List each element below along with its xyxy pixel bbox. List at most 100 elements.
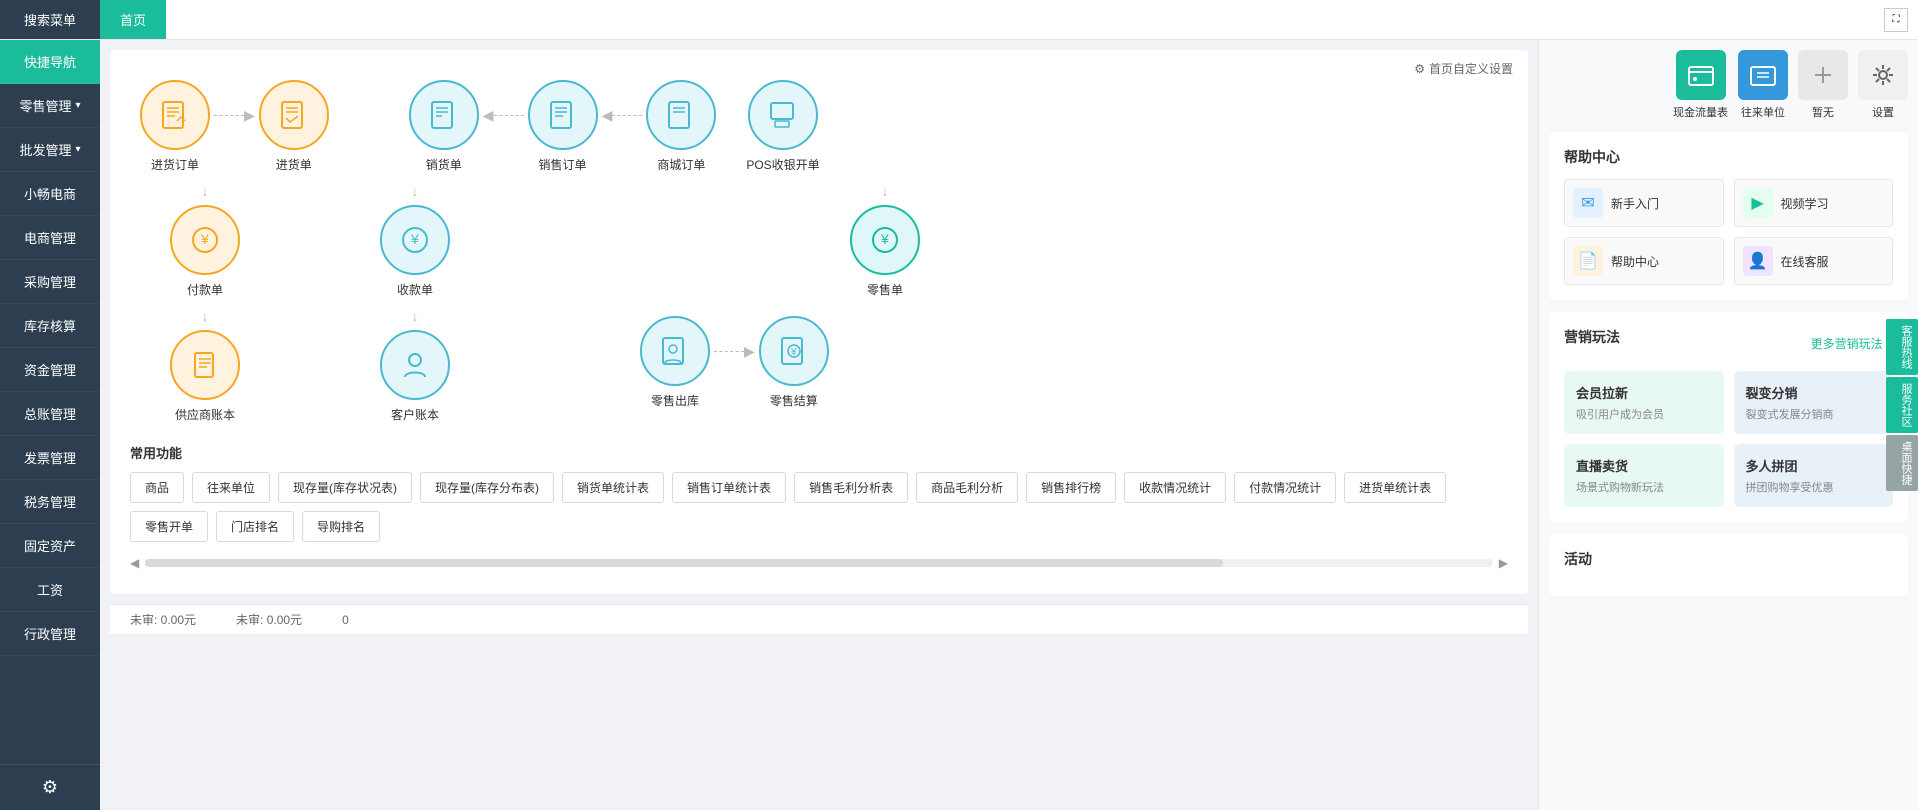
mall-order-icon	[646, 80, 716, 150]
float-btn-community[interactable]: 服务社区	[1886, 377, 1918, 433]
marketing-header: 营销玩法 更多营销玩法 >	[1564, 327, 1893, 359]
chat-label: 在线客服	[1781, 253, 1829, 270]
common-functions-title: 常用功能	[130, 443, 1508, 462]
node-retail-outbound[interactable]: 零售出库	[640, 316, 710, 409]
member-desc: 吸引用户成为会员	[1576, 406, 1712, 422]
flow-diagram: 进货订单 ▶ 进货单	[130, 70, 1508, 433]
gear-icon: ⚙	[1414, 62, 1425, 76]
bottom-stat-3: 0	[342, 613, 349, 627]
live-desc: 场景式购物新玩法	[1576, 479, 1712, 495]
quick-icon-settings[interactable]: 设置	[1858, 50, 1908, 120]
func-btn-store-rank[interactable]: 门店排名	[216, 511, 294, 542]
sidebar-item-retail[interactable]: 零售管理 ▾	[0, 84, 100, 128]
sidebar-item-salary[interactable]: 工资	[0, 568, 100, 612]
func-btn-stock-dist[interactable]: 现存量(库存分布表)	[420, 472, 554, 503]
scroll-left-btn[interactable]: ◀	[130, 556, 139, 570]
node-purchase-order[interactable]: 进货订单	[140, 80, 210, 173]
sidebar-item-general-ledger[interactable]: 总账管理	[0, 392, 100, 436]
func-btn-product-profit[interactable]: 商品毛利分析	[916, 472, 1018, 503]
func-btn-product[interactable]: 商品	[130, 472, 184, 503]
quick-icons: 现金流量表 往来单位 暂无	[1549, 50, 1908, 120]
sidebar-item-purchase[interactable]: 采购管理	[0, 260, 100, 304]
func-btn-purchase-stat[interactable]: 进货单统计表	[1344, 472, 1446, 503]
sidebar-item-ecommerce-small[interactable]: 小畅电商	[0, 172, 100, 216]
arrow-2: ◀	[483, 107, 524, 146]
help-grid: ✉ 新手入门 ▶ 视频学习 📄 帮助中心 👤 在线客服	[1564, 179, 1893, 285]
node-pos-register[interactable]: POS收银开单	[746, 80, 819, 173]
marketing-item-live[interactable]: 直播卖货 场景式购物新玩法	[1564, 444, 1724, 507]
sidebar-item-quick-nav[interactable]: 快捷导航	[0, 40, 100, 84]
node-payment-col: ↓ ¥ 付款单	[140, 177, 270, 298]
marketing-item-group[interactable]: 多人拼团 拼团购物享受优惠	[1734, 444, 1894, 507]
node-receipt[interactable]: ¥ 收款单	[380, 205, 450, 298]
quick-nav-card: ⚙ 首页自定义设置 进货订单	[110, 50, 1528, 594]
quick-icon-cashflow[interactable]: 现金流量表	[1673, 50, 1728, 120]
bottom-stat-2: 未审: 0.00元	[236, 611, 302, 628]
quick-icon-none[interactable]: 暂无	[1798, 50, 1848, 120]
down-arrow-3: ↓	[850, 177, 920, 205]
float-btn-desktop[interactable]: 桌面快捷	[1886, 435, 1918, 491]
scroll-track[interactable]	[145, 559, 1493, 567]
pos-register-icon	[748, 80, 818, 150]
quick-icon-contacts[interactable]: 往来单位	[1738, 50, 1788, 120]
help-item-video[interactable]: ▶ 视频学习	[1734, 179, 1894, 227]
node-retail-settlement[interactable]: ¥ 零售结算	[759, 316, 829, 409]
scroll-thumb	[145, 559, 1223, 567]
supplier-icon	[170, 330, 240, 400]
sidebar-item-inventory[interactable]: 库存核算	[0, 304, 100, 348]
search-menu-btn[interactable]: 搜索菜单	[0, 0, 100, 39]
func-btn-receipt-stat[interactable]: 收款情况统计	[1124, 472, 1226, 503]
node-sales-order[interactable]: 销售订单	[528, 80, 598, 173]
sidebar-item-ecommerce-mgmt[interactable]: 电商管理	[0, 216, 100, 260]
sidebar-item-funds[interactable]: 资金管理	[0, 348, 100, 392]
member-title: 会员拉新	[1576, 383, 1712, 402]
float-btn-hotline[interactable]: 客服热线	[1886, 319, 1918, 375]
node-mall-order[interactable]: 商城订单	[646, 80, 716, 173]
sidebar-item-label: 库存核算	[24, 316, 76, 335]
help-item-help[interactable]: 📄 帮助中心	[1564, 237, 1724, 285]
func-btn-sales-stat[interactable]: 销货单统计表	[562, 472, 664, 503]
sales-order-icon	[528, 80, 598, 150]
mall-order-label: 商城订单	[657, 156, 705, 173]
node-customer[interactable]: 客户账本	[380, 330, 450, 423]
func-btn-guide-rank[interactable]: 导购排名	[302, 511, 380, 542]
expand-icon[interactable]: ⛶	[1884, 8, 1908, 32]
more-marketing-link[interactable]: 更多营销玩法 >	[1811, 335, 1893, 352]
node-payment[interactable]: ¥ 付款单	[170, 205, 240, 298]
func-btn-sales-profit[interactable]: 销售毛利分析表	[794, 472, 908, 503]
marketing-title: 营销玩法	[1564, 327, 1620, 347]
arrow-3: ◀	[602, 107, 643, 146]
help-item-beginner[interactable]: ✉ 新手入门	[1564, 179, 1724, 227]
sidebar-item-admin[interactable]: 行政管理	[0, 612, 100, 656]
sidebar-item-fixed-assets[interactable]: 固定资产	[0, 524, 100, 568]
func-btn-retail-order[interactable]: 零售开单	[130, 511, 208, 542]
sales-bill-icon	[409, 80, 479, 150]
customer-label: 客户账本	[391, 406, 439, 423]
node-retail-order[interactable]: ¥ 零售单	[850, 205, 920, 298]
arrow-4: ▶	[714, 343, 755, 382]
sidebar-settings-btn[interactable]: ⚙	[0, 764, 100, 810]
group-title: 多人拼团	[1746, 456, 1882, 475]
receipt-label: 收款单	[397, 281, 433, 298]
marketing-item-member[interactable]: 会员拉新 吸引用户成为会员	[1564, 371, 1724, 434]
sidebar-item-tax[interactable]: 税务管理	[0, 480, 100, 524]
func-btn-contacts[interactable]: 往来单位	[192, 472, 270, 503]
sidebar-item-invoice[interactable]: 发票管理	[0, 436, 100, 480]
func-btn-stock-status[interactable]: 现存量(库存状况表)	[278, 472, 412, 503]
contacts-icon-box	[1738, 50, 1788, 100]
customize-btn[interactable]: ⚙ 首页自定义设置	[1414, 60, 1513, 77]
main-layout: 快捷导航 零售管理 ▾ 批发管理 ▾ 小畅电商 电商管理 采购管理 库存核算 资…	[0, 40, 1918, 810]
help-item-chat[interactable]: 👤 在线客服	[1734, 237, 1894, 285]
flow-row-2: ↓ ¥ 付款单 ↓	[140, 177, 1508, 298]
node-supplier[interactable]: 供应商账本	[170, 330, 240, 423]
func-btn-sales-rank[interactable]: 销售排行榜	[1026, 472, 1116, 503]
video-icon: ▶	[1743, 188, 1773, 218]
sidebar-item-wholesale[interactable]: 批发管理 ▾	[0, 128, 100, 172]
scroll-right-btn[interactable]: ▶	[1499, 556, 1508, 570]
func-btn-sales-order-stat[interactable]: 销售订单统计表	[672, 472, 786, 503]
func-btn-payment-stat[interactable]: 付款情况统计	[1234, 472, 1336, 503]
marketing-item-fission[interactable]: 裂变分销 裂变式发展分销商	[1734, 371, 1894, 434]
node-purchase-receipt[interactable]: 进货单	[259, 80, 329, 173]
home-tab[interactable]: 首页	[100, 0, 166, 39]
node-sales-bill[interactable]: 销货单	[409, 80, 479, 173]
